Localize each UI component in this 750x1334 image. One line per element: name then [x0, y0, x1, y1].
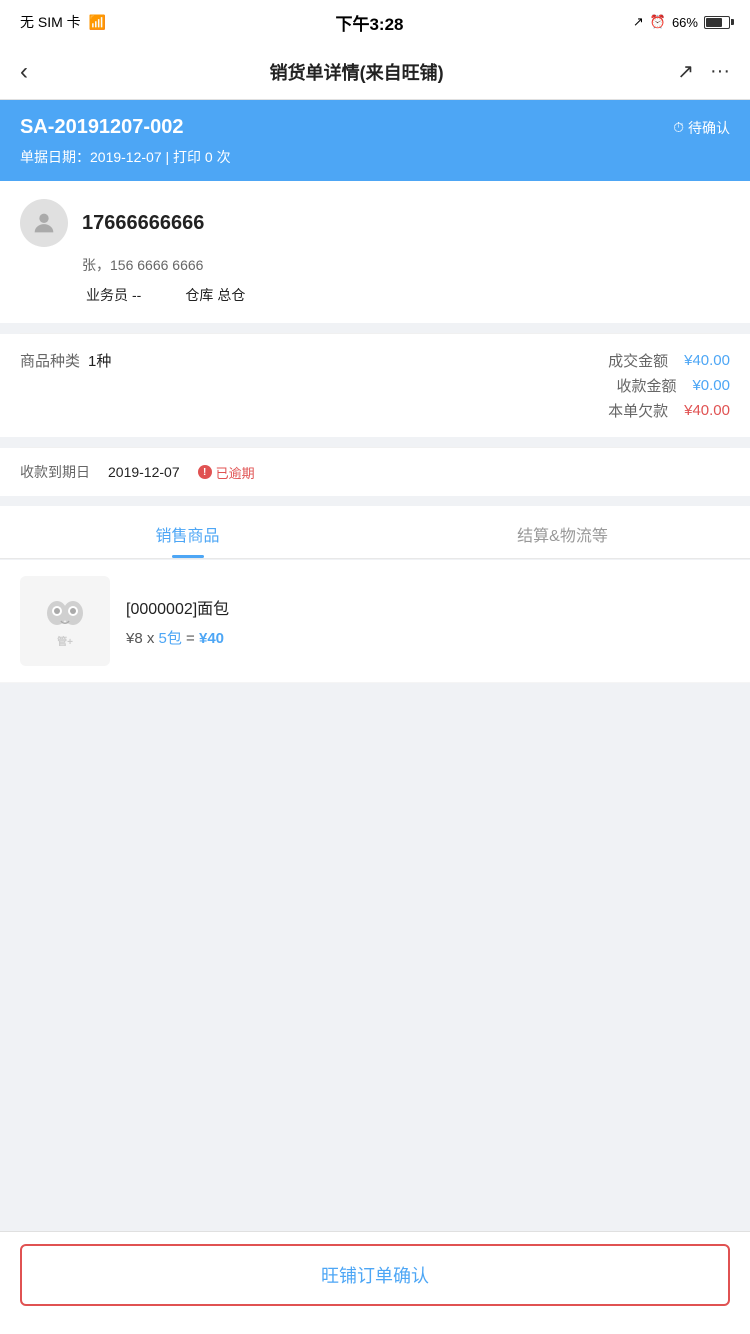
nav-bar: ‹ 销货单详情(来自旺铺) ↗ ···	[0, 44, 750, 100]
overdue-badge: ! 已逾期	[198, 463, 255, 482]
back-button[interactable]: ‹	[12, 50, 36, 94]
customer-meta: 业务员-- 仓库总仓	[20, 285, 730, 305]
received-value: ¥0.00	[692, 377, 730, 394]
summary-card: 商品种类 1种 成交金额 ¥40.00 收款金额 ¥0.00 本单欠款 ¥40.…	[0, 334, 750, 437]
product-name: [0000002]面包	[126, 595, 730, 619]
empty-area	[0, 683, 750, 903]
owed-label: 本单欠款	[608, 400, 668, 421]
amount-label: 成交金额	[608, 350, 668, 371]
nav-actions: ↗ ···	[677, 59, 730, 84]
status-time: 下午3:28	[335, 10, 403, 35]
status-bar: 无 SIM 卡 📶 下午3:28 ↗ ⏰ 66%	[0, 0, 750, 44]
product-list: 管+ [0000002]面包 ¥8 x 5包 = ¥40	[0, 560, 750, 683]
more-icon[interactable]: ···	[710, 60, 730, 83]
product-info: [0000002]面包 ¥8 x 5包 = ¥40	[126, 595, 730, 648]
tab-settlement-logistics[interactable]: 结算&物流等	[375, 506, 750, 558]
due-date-row: 收款到期日 2019-12-07 ! 已逾期	[0, 448, 750, 496]
avatar	[20, 199, 68, 247]
salesman-field: 业务员--	[82, 285, 141, 305]
status-clock-icon: ⏱	[673, 119, 684, 136]
product-thumbnail: 管+	[20, 576, 110, 666]
carrier-text: 无 SIM 卡	[20, 12, 81, 32]
customer-name: 张，156 6666 6666	[20, 255, 730, 275]
overdue-dot-icon: !	[198, 465, 212, 479]
battery-icon	[704, 16, 730, 29]
product-item: 管+ [0000002]面包 ¥8 x 5包 = ¥40	[0, 560, 750, 683]
financial-summary: 成交金额 ¥40.00 收款金额 ¥0.00 本单欠款 ¥40.00	[608, 350, 730, 421]
tab-sales-products[interactable]: 销售商品	[0, 506, 375, 558]
overdue-text: 已逾期	[216, 463, 255, 482]
order-header: SA-20191207-002 ⏱ 待确认 单据日期：2019-12-07 | …	[0, 100, 750, 181]
wifi-icon: 📶	[89, 14, 106, 31]
due-date-value: 2019-12-07	[108, 464, 180, 480]
confirm-order-button[interactable]: 旺铺订单确认	[20, 1244, 730, 1306]
battery-text: 66%	[672, 15, 698, 30]
share-icon[interactable]: ↗	[677, 59, 694, 84]
order-id: SA-20191207-002	[20, 116, 183, 139]
location-icon: ↗	[633, 14, 644, 30]
product-category: 商品种类 1种	[20, 350, 111, 371]
status-left: 无 SIM 卡 📶	[20, 12, 106, 32]
product-qty: 5包	[159, 630, 182, 647]
status-right: ↗ ⏰ 66%	[633, 14, 730, 30]
alarm-icon: ⏰	[650, 14, 666, 30]
status-text: 待确认	[688, 118, 730, 138]
order-status: ⏱ 待确认	[673, 118, 730, 138]
order-date: 单据日期：2019-12-07 | 打印 0 次	[20, 147, 730, 167]
owed-value: ¥40.00	[684, 402, 730, 419]
customer-card: 17666666666 张，156 6666 6666 业务员-- 仓库总仓	[0, 181, 750, 323]
received-label: 收款金额	[616, 375, 676, 396]
warehouse-field: 仓库总仓	[181, 285, 245, 305]
due-date-label: 收款到期日	[20, 462, 90, 482]
page-title: 销货单详情(来自旺铺)	[36, 59, 677, 85]
product-price-row: ¥8 x 5包 = ¥40	[126, 627, 730, 648]
product-price: ¥8	[126, 630, 143, 647]
bottom-bar: 旺铺订单确认	[0, 1231, 750, 1334]
product-logo-text: 管+	[57, 633, 73, 648]
tabs-bar: 销售商品 结算&物流等	[0, 506, 750, 559]
amount-value: ¥40.00	[684, 352, 730, 369]
product-total: ¥40	[199, 630, 224, 647]
customer-phone: 17666666666	[82, 212, 204, 235]
